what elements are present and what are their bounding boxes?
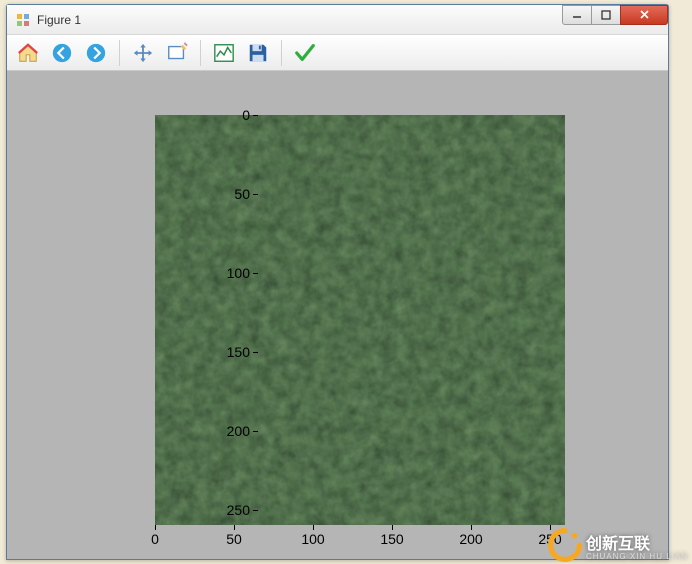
y-tick-label: 150 xyxy=(200,344,250,360)
titlebar[interactable]: Figure 1 xyxy=(7,5,668,35)
forward-button[interactable] xyxy=(81,38,111,68)
forward-arrow-icon xyxy=(85,42,107,64)
y-tick-label: 250 xyxy=(200,502,250,518)
plot-axes[interactable] xyxy=(155,115,565,525)
minimize-button[interactable] xyxy=(562,5,592,25)
x-tick-label: 0 xyxy=(135,531,175,547)
watermark-sub: CHUANG XIN HU LIAN xyxy=(586,552,688,561)
check-icon xyxy=(294,42,316,64)
app-icon xyxy=(15,12,31,28)
maximize-button[interactable] xyxy=(591,5,621,25)
watermark-main: 创新互联 xyxy=(586,530,688,554)
pan-button[interactable] xyxy=(128,38,158,68)
pan-icon xyxy=(132,42,154,64)
y-tick-label: 100 xyxy=(200,265,250,281)
subplots-button[interactable] xyxy=(209,38,239,68)
toolbar-separator xyxy=(119,40,120,66)
apply-button[interactable] xyxy=(290,38,320,68)
y-tick-label: 0 xyxy=(200,107,250,123)
toolbar-separator xyxy=(200,40,201,66)
home-button[interactable] xyxy=(13,38,43,68)
figure-canvas[interactable]: 0 50 100 150 200 250 0 50 100 150 200 25… xyxy=(7,71,668,559)
toolbar xyxy=(7,35,668,71)
x-tick-label: 150 xyxy=(372,531,412,547)
save-button[interactable] xyxy=(243,38,273,68)
watermark: 创新互联 CHUANG XIN HU LIAN xyxy=(548,528,688,562)
figure-window: Figure 1 xyxy=(6,4,669,560)
window-title: Figure 1 xyxy=(37,13,81,27)
subplots-icon xyxy=(213,42,235,64)
zoom-icon xyxy=(166,42,188,64)
y-tick-label: 200 xyxy=(200,423,250,439)
save-icon xyxy=(247,42,269,64)
x-tick-label: 200 xyxy=(451,531,491,547)
back-arrow-icon xyxy=(51,42,73,64)
zoom-button[interactable] xyxy=(162,38,192,68)
home-icon xyxy=(17,42,39,64)
x-tick-label: 50 xyxy=(214,531,254,547)
x-tick-label: 100 xyxy=(293,531,333,547)
watermark-logo-icon xyxy=(548,528,582,562)
y-tick-label: 50 xyxy=(200,186,250,202)
back-button[interactable] xyxy=(47,38,77,68)
plot-image xyxy=(155,115,565,525)
window-controls xyxy=(563,5,668,25)
toolbar-separator xyxy=(281,40,282,66)
close-button[interactable] xyxy=(620,5,668,25)
